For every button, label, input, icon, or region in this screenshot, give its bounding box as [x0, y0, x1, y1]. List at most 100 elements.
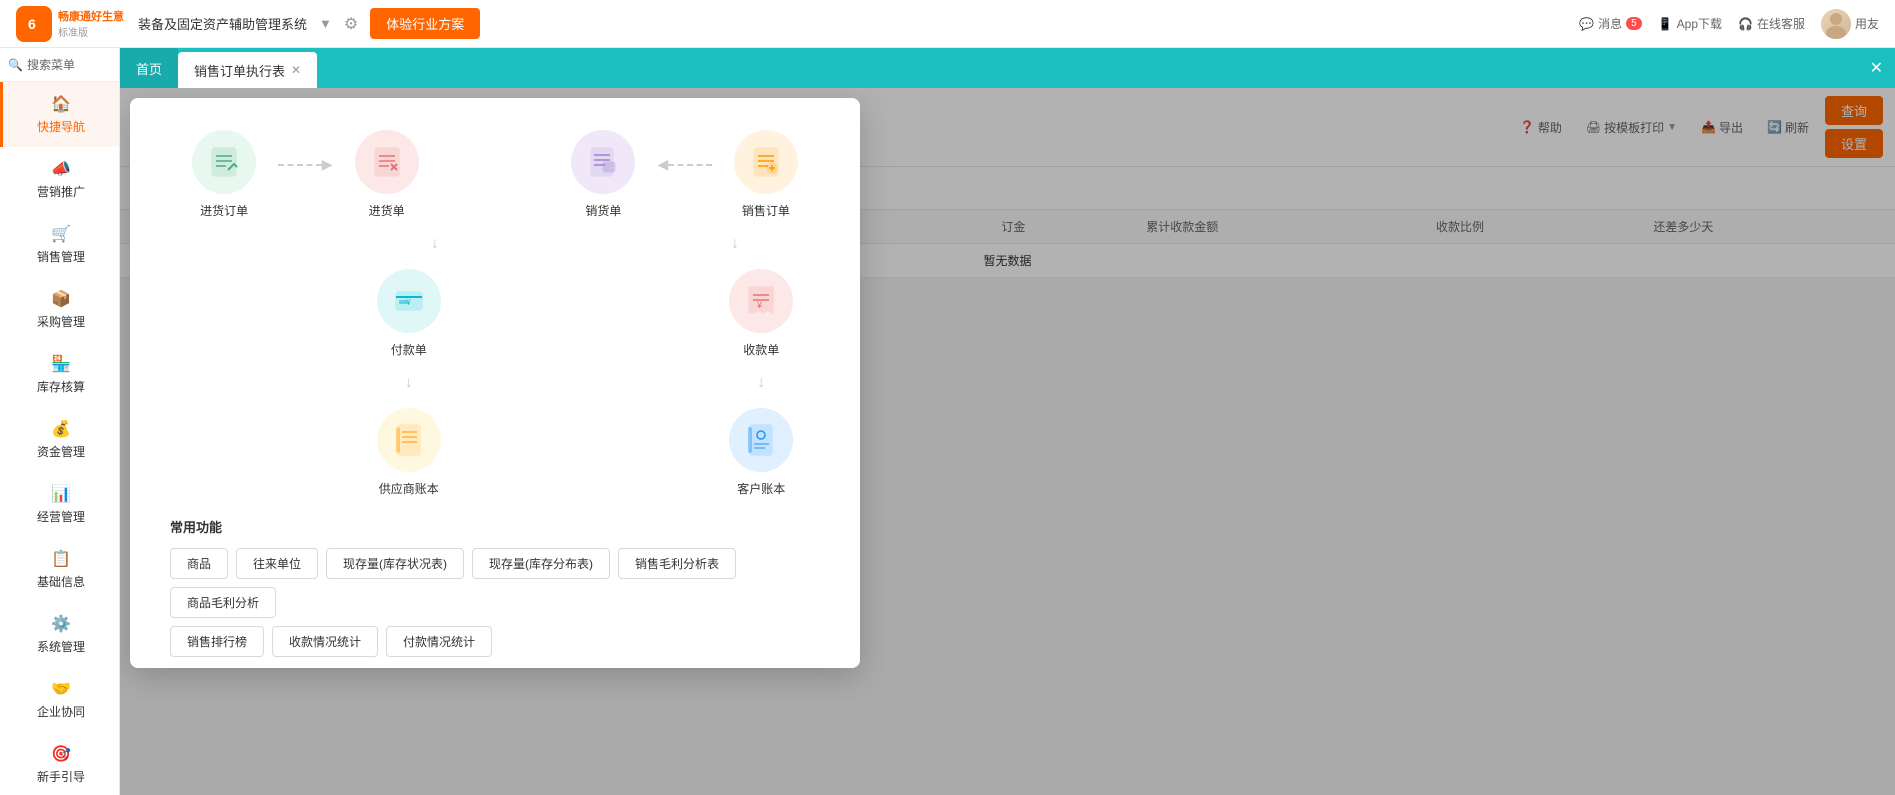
tab-sales-order-exec[interactable]: 销售订单执行表 ✕ [178, 52, 317, 88]
func-buttons: 商品 往来单位 现存量(库存状况表) 现存量(库存分布表) 销售毛利分析表 商品… [170, 548, 820, 618]
app-download-link[interactable]: 📱 App下载 [1658, 15, 1722, 32]
marketing-icon: 📣 [51, 159, 71, 179]
flow-modal: 进货订单 ▶ [130, 98, 860, 668]
svg-text:¥: ¥ [756, 300, 763, 310]
logo-icon: 6 [16, 6, 52, 42]
sidebar-item-system[interactable]: ⚙️ 系统管理 [0, 602, 119, 667]
tab-home[interactable]: 首页 [120, 48, 178, 88]
flow-row-arrows2: ↓ ↓ [170, 374, 820, 392]
message-icon: 💬 [1579, 17, 1594, 31]
logo-area: 6 畅康通好生意 标准版 [16, 6, 126, 42]
trial-btn[interactable]: 体验行业方案 [370, 8, 480, 39]
sales-icon: 🛒 [51, 224, 71, 244]
flow-row-2: ¥ 付款单 [170, 269, 820, 358]
receipt-node[interactable]: ¥ 收款单 [703, 269, 821, 358]
sidebar: 🔍 搜索菜单 🏠 快捷导航 📣 营销推广 🛒 销售管理 📦 采购管理 🏪 [0, 48, 120, 795]
customer-ledger-node[interactable]: 客户账本 [703, 408, 821, 497]
svg-text:¥: ¥ [405, 298, 411, 307]
purchase-order-circle [192, 130, 256, 194]
arrow-1: ▶ [278, 156, 332, 173]
purchase-icon: 📦 [51, 289, 71, 309]
sidebar-item-enterprise[interactable]: 🤝 企业协同 [0, 667, 119, 732]
svg-text:6: 6 [28, 16, 36, 32]
func-btn-0[interactable]: 商品 [170, 548, 228, 579]
top-bar-right: 💬 消息 5 📱 App下载 🎧 在线客服 用友 [1579, 9, 1879, 39]
operations-icon: 📊 [51, 484, 71, 504]
search-icon: 🔍 [8, 58, 23, 72]
func-btn-2[interactable]: 现存量(库存状况表) [326, 548, 464, 579]
flow-row-1: 进货订单 ▶ [170, 130, 820, 219]
close-all-tabs-icon[interactable]: ✕ [1858, 58, 1895, 78]
purchase-bill-node[interactable]: 进货单 [333, 130, 441, 219]
flow-row-arrows: ↓ ↓ [170, 235, 820, 253]
enterprise-icon: 🤝 [51, 679, 71, 699]
func-buttons-2: 销售排行榜 收款情况统计 付款情况统计 [170, 626, 820, 657]
message-badge: 5 [1626, 17, 1642, 30]
customer-ledger-circle [729, 408, 793, 472]
system-title: 装备及固定资产辅助管理系统 [138, 14, 307, 33]
func-btn-7[interactable]: 收款情况统计 [272, 626, 378, 657]
inventory-icon: 🏪 [51, 354, 71, 374]
payment-circle: ¥ [377, 269, 441, 333]
logo-text: 畅康通好生意 标准版 [58, 8, 124, 39]
search-menu[interactable]: 🔍 搜索菜单 [0, 48, 119, 82]
down-arrow-4: ↓ [703, 374, 821, 392]
dropdown-arrow-icon[interactable]: ▼ [319, 16, 332, 31]
app-container: 6 畅康通好生意 标准版 装备及固定资产辅助管理系统 ▼ ⚙ 体验行业方案 💬 … [0, 0, 1895, 795]
finance-icon: 💰 [51, 419, 71, 439]
sales-order-circle [734, 130, 798, 194]
modal-content: 进货订单 ▶ [130, 98, 860, 668]
common-functions: 常用功能 商品 往来单位 现存量(库存状况表) 现存量(库存分布表) 销售毛利分… [170, 517, 820, 657]
content-area: 首页 销售订单执行表 ✕ ✕ ❓ 帮助 [120, 48, 1895, 795]
sales-bill-circle [571, 130, 635, 194]
home-icon: 🏠 [51, 94, 71, 114]
purchase-bill-circle [355, 130, 419, 194]
sidebar-item-inventory[interactable]: 🏪 库存核算 [0, 342, 119, 407]
down-arrow-1: ↓ [375, 235, 495, 253]
sales-order-node[interactable]: 销售订单 [712, 130, 820, 219]
online-service-link[interactable]: 🎧 在线客服 [1738, 15, 1805, 32]
func-btn-1[interactable]: 往来单位 [236, 548, 318, 579]
sidebar-item-finance[interactable]: 💰 资金管理 [0, 407, 119, 472]
modal-overlay: 进货订单 ▶ [120, 88, 1895, 795]
func-btn-6[interactable]: 销售排行榜 [170, 626, 264, 657]
arrow-2: ◀ [657, 156, 711, 173]
func-btn-8[interactable]: 付款情况统计 [386, 626, 492, 657]
headset-icon: 🎧 [1738, 17, 1753, 31]
tab-bar: 首页 销售订单执行表 ✕ ✕ [120, 48, 1895, 88]
settings-icon[interactable]: ⚙ [344, 14, 358, 34]
down-arrow-3: ↓ [350, 374, 468, 392]
sidebar-item-basic[interactable]: 📋 基础信息 [0, 537, 119, 602]
tab-bar-right: ✕ [1858, 58, 1895, 78]
purchase-order-node[interactable]: 进货订单 [170, 130, 278, 219]
sidebar-item-marketing[interactable]: 📣 营销推广 [0, 147, 119, 212]
sidebar-item-purchase[interactable]: 📦 采购管理 [0, 277, 119, 342]
sales-bill-node[interactable]: 销货单 [549, 130, 657, 219]
main-area: 🔍 搜索菜单 🏠 快捷导航 📣 营销推广 🛒 销售管理 📦 采购管理 🏪 [0, 48, 1895, 795]
sidebar-item-operations[interactable]: 📊 经营管理 [0, 472, 119, 537]
newbie-icon: 🎯 [51, 744, 71, 764]
func-btn-5[interactable]: 商品毛利分析 [170, 587, 276, 618]
sidebar-item-sales[interactable]: 🛒 销售管理 [0, 212, 119, 277]
receipt-circle: ¥ [729, 269, 793, 333]
sidebar-item-quick-nav[interactable]: 🏠 快捷导航 [0, 82, 119, 147]
top-bar: 6 畅康通好生意 标准版 装备及固定资产辅助管理系统 ▼ ⚙ 体验行业方案 💬 … [0, 0, 1895, 48]
user-menu[interactable]: 用友 [1821, 9, 1879, 39]
basic-icon: 📋 [51, 549, 71, 569]
down-arrow-2: ↓ [675, 235, 795, 253]
page-content: ❓ 帮助 🖨 按模板打印 ▼ 📤 导出 🔄 刷新 [120, 88, 1895, 795]
func-btn-4[interactable]: 销售毛利分析表 [618, 548, 736, 579]
flow-section: 进货订单 ▶ [170, 130, 820, 497]
payment-node[interactable]: ¥ 付款单 [350, 269, 468, 358]
common-functions-title: 常用功能 [170, 517, 820, 536]
download-icon: 📱 [1658, 17, 1673, 31]
flow-row-3: 供应商账本 [170, 408, 820, 497]
sidebar-item-newbie[interactable]: 🎯 新手引导 [0, 732, 119, 795]
system-icon: ⚙️ [51, 614, 71, 634]
message-link[interactable]: 💬 消息 5 [1579, 15, 1642, 32]
avatar [1821, 9, 1851, 39]
func-btn-3[interactable]: 现存量(库存分布表) [472, 548, 610, 579]
tab-close-icon[interactable]: ✕ [291, 63, 301, 77]
supplier-ledger-node[interactable]: 供应商账本 [350, 408, 468, 497]
supplier-ledger-circle [377, 408, 441, 472]
